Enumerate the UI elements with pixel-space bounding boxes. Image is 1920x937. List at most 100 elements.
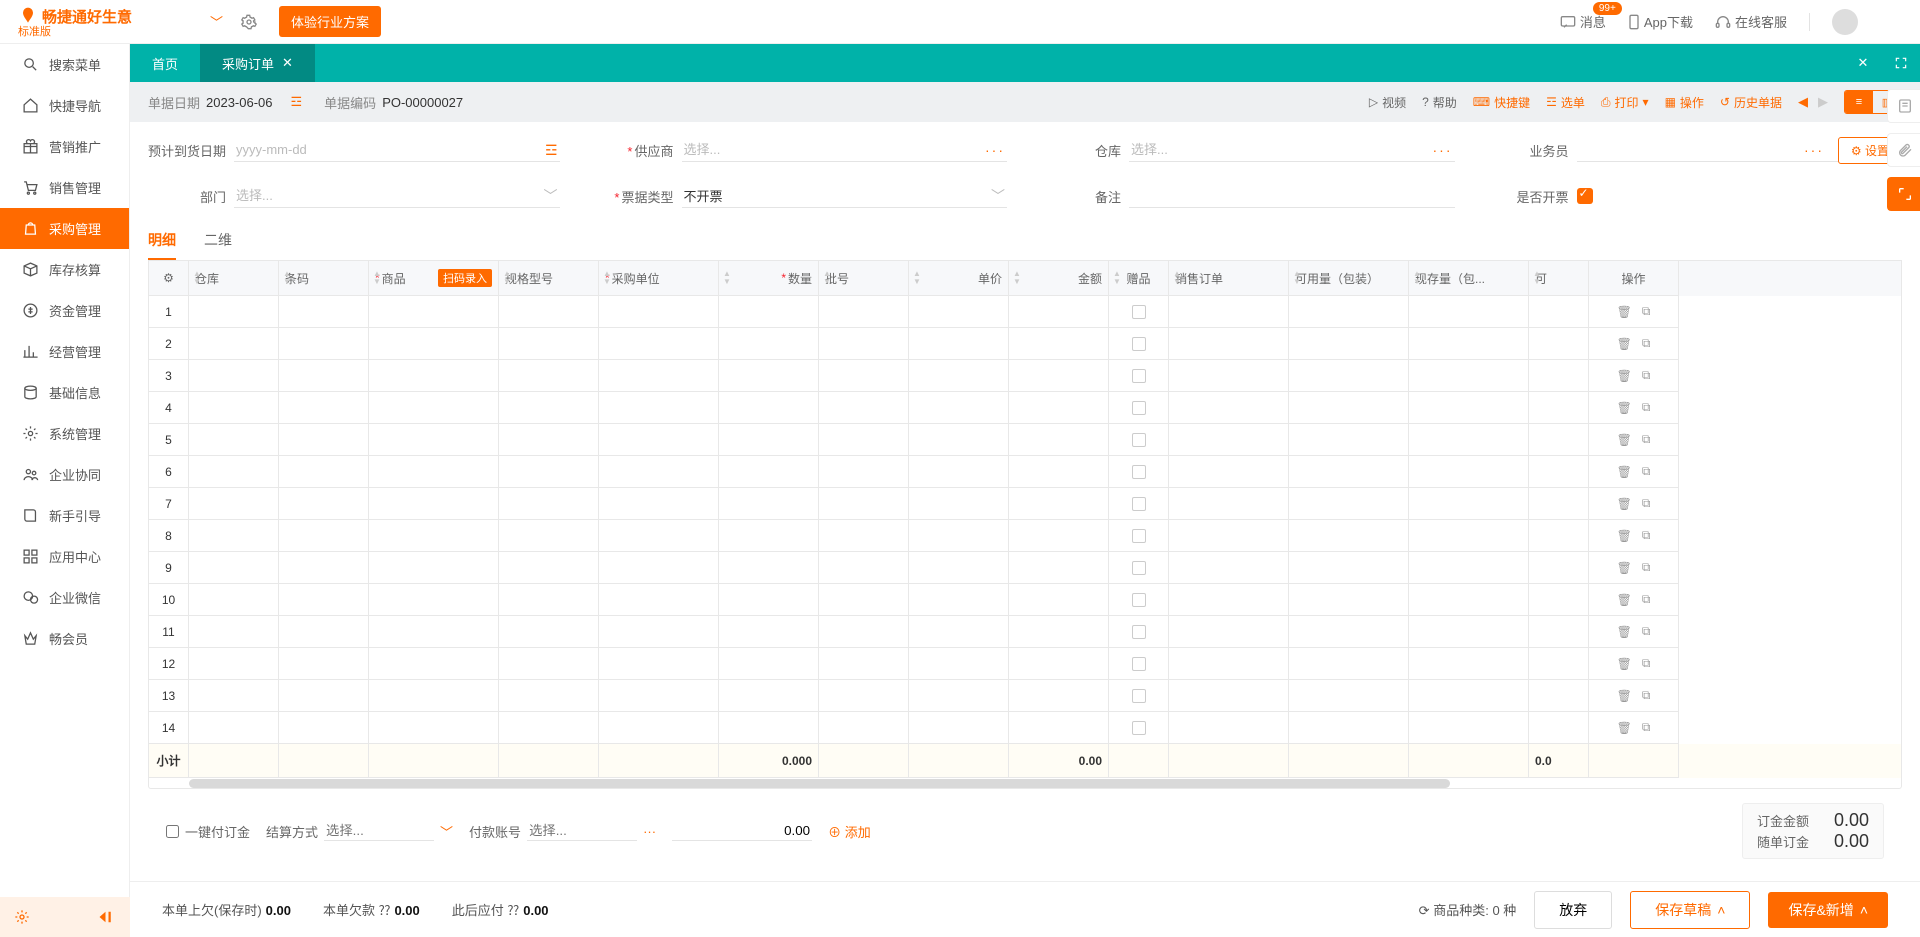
- gift-checkbox[interactable]: [1132, 561, 1146, 575]
- chevron-down-icon[interactable]: ﹀: [544, 186, 558, 206]
- sidebar-item-coin[interactable]: 资金管理: [0, 290, 129, 331]
- table-row[interactable]: 9🗑⧉: [149, 552, 1901, 584]
- video-link[interactable]: ▷ 视频: [1369, 94, 1406, 111]
- delete-icon[interactable]: 🗑: [1617, 529, 1632, 543]
- dtab-list[interactable]: 明细: [148, 230, 176, 260]
- need-invoice-checkbox[interactable]: [1577, 188, 1593, 204]
- copy-icon[interactable]: ⧉: [1642, 336, 1651, 351]
- table-row[interactable]: 11🗑⧉: [149, 616, 1901, 648]
- delete-icon[interactable]: 🗑: [1617, 305, 1632, 319]
- table-row[interactable]: 4🗑⧉: [149, 392, 1901, 424]
- pay-account-input[interactable]: [527, 821, 637, 841]
- copy-icon[interactable]: ⧉: [1642, 592, 1651, 607]
- sidebar-item-wechat[interactable]: 企业微信: [0, 577, 129, 618]
- tab-purchase-order[interactable]: 采购订单 ✕: [200, 44, 315, 82]
- gift-checkbox[interactable]: [1132, 657, 1146, 671]
- dtab-grid[interactable]: 二维: [204, 230, 232, 260]
- sidebar-item-gear[interactable]: 系统管理: [0, 413, 129, 454]
- table-row[interactable]: 6🗑⧉: [149, 456, 1901, 488]
- pay-amount-input[interactable]: [672, 821, 812, 841]
- gear-icon[interactable]: [14, 909, 30, 925]
- sidebar-item-chart[interactable]: 经营管理: [0, 331, 129, 372]
- copy-icon[interactable]: ⧉: [1642, 464, 1651, 479]
- one-key-deposit[interactable]: 一键付订金: [166, 822, 250, 841]
- col-config-icon[interactable]: ⚙: [149, 261, 189, 296]
- invoice-input[interactable]: [682, 184, 1008, 208]
- sidebar-item-vip[interactable]: 畅会员: [0, 618, 129, 659]
- copy-icon[interactable]: ⧉: [1642, 400, 1651, 415]
- copy-icon[interactable]: ⧉: [1642, 528, 1651, 543]
- trial-button[interactable]: 体验行业方案: [279, 6, 381, 37]
- add-payment[interactable]: ⊕ 添加: [828, 822, 871, 841]
- calendar-icon[interactable]: ☲: [291, 94, 303, 110]
- tab-fullscreen[interactable]: [1882, 56, 1920, 70]
- table-row[interactable]: 5🗑⧉: [149, 424, 1901, 456]
- gift-checkbox[interactable]: [1132, 433, 1146, 447]
- discard-button[interactable]: 放弃: [1534, 891, 1612, 929]
- table-hscroll[interactable]: [148, 778, 1902, 789]
- pay-method-input[interactable]: [324, 821, 434, 841]
- gift-checkbox[interactable]: [1132, 305, 1146, 319]
- delete-icon[interactable]: 🗑: [1617, 337, 1632, 351]
- delete-icon[interactable]: 🗑: [1617, 625, 1632, 639]
- table-row[interactable]: 10🗑⧉: [149, 584, 1901, 616]
- tab-close-all[interactable]: ✕: [1844, 55, 1882, 71]
- supplier-input[interactable]: [682, 138, 1008, 162]
- warehouse-input[interactable]: [1129, 138, 1455, 162]
- gift-checkbox[interactable]: [1132, 369, 1146, 383]
- sidebar-item-app[interactable]: 应用中心: [0, 536, 129, 577]
- gift-checkbox[interactable]: [1132, 625, 1146, 639]
- gift-checkbox[interactable]: [1132, 497, 1146, 511]
- eta-input[interactable]: [234, 138, 560, 162]
- rail-attach-icon[interactable]: [1887, 133, 1920, 167]
- checklist-link[interactable]: ☲ 选单: [1546, 94, 1585, 111]
- chevron-down-icon[interactable]: ﹀: [440, 822, 453, 841]
- sidebar-item-bag[interactable]: 采购管理: [0, 208, 129, 249]
- delete-icon[interactable]: 🗑: [1617, 657, 1632, 671]
- delete-icon[interactable]: 🗑: [1617, 689, 1632, 703]
- copy-icon[interactable]: ⧉: [1642, 304, 1651, 319]
- dept-input[interactable]: [234, 184, 560, 208]
- copy-icon[interactable]: ⧉: [1642, 688, 1651, 703]
- sidebar-item-home[interactable]: 快捷导航: [0, 85, 129, 126]
- copy-icon[interactable]: ⧉: [1642, 624, 1651, 639]
- table-row[interactable]: 14🗑⧉: [149, 712, 1901, 744]
- delete-icon[interactable]: 🗑: [1617, 401, 1632, 415]
- note-input[interactable]: [1129, 184, 1455, 208]
- gift-checkbox[interactable]: [1132, 529, 1146, 543]
- sidebar-item-search[interactable]: 搜索菜单: [0, 44, 129, 85]
- sidebar-item-db[interactable]: 基础信息: [0, 372, 129, 413]
- table-row[interactable]: 8🗑⧉: [149, 520, 1901, 552]
- delete-icon[interactable]: 🗑: [1617, 433, 1632, 447]
- more-icon[interactable]: ···: [1804, 142, 1824, 158]
- sidebar-item-cart[interactable]: 销售管理: [0, 167, 129, 208]
- copy-icon[interactable]: ⧉: [1642, 432, 1651, 447]
- table-row[interactable]: 1🗑⧉: [149, 296, 1901, 328]
- save-draft-button[interactable]: 保存草稿˄: [1630, 891, 1750, 929]
- table-row[interactable]: 13🗑⧉: [149, 680, 1901, 712]
- table-row[interactable]: 12🗑⧉: [149, 648, 1901, 680]
- shortcut-link[interactable]: ⌨ 快捷键: [1473, 94, 1530, 111]
- doc-date[interactable]: 2023-06-06: [206, 95, 273, 110]
- avatar[interactable]: [1832, 9, 1858, 35]
- help-link[interactable]: ? 帮助: [1422, 94, 1457, 111]
- collapse-icon[interactable]: [98, 910, 116, 924]
- service-link[interactable]: 在线客服: [1715, 12, 1787, 31]
- table-row[interactable]: 2🗑⧉: [149, 328, 1901, 360]
- delete-icon[interactable]: 🗑: [1617, 497, 1632, 511]
- sidebar-item-box[interactable]: 库存核算: [0, 249, 129, 290]
- close-icon[interactable]: ✕: [282, 55, 293, 71]
- copy-icon[interactable]: ⧉: [1642, 560, 1651, 575]
- delete-icon[interactable]: 🗑: [1617, 465, 1632, 479]
- gift-checkbox[interactable]: [1132, 593, 1146, 607]
- delete-icon[interactable]: 🗑: [1617, 561, 1632, 575]
- history-link[interactable]: ↺ 历史单据: [1720, 94, 1782, 111]
- copy-icon[interactable]: ⧉: [1642, 496, 1651, 511]
- operate-link[interactable]: ▦ 操作: [1665, 94, 1704, 111]
- app-download-link[interactable]: App下载: [1628, 12, 1693, 31]
- delete-icon[interactable]: 🗑: [1617, 369, 1632, 383]
- sidebar-item-book[interactable]: 新手引导: [0, 495, 129, 536]
- save-and-new-button[interactable]: 保存&新增˄: [1768, 892, 1888, 928]
- table-row[interactable]: 3🗑⧉: [149, 360, 1901, 392]
- rail-expand-icon[interactable]: [1887, 177, 1920, 211]
